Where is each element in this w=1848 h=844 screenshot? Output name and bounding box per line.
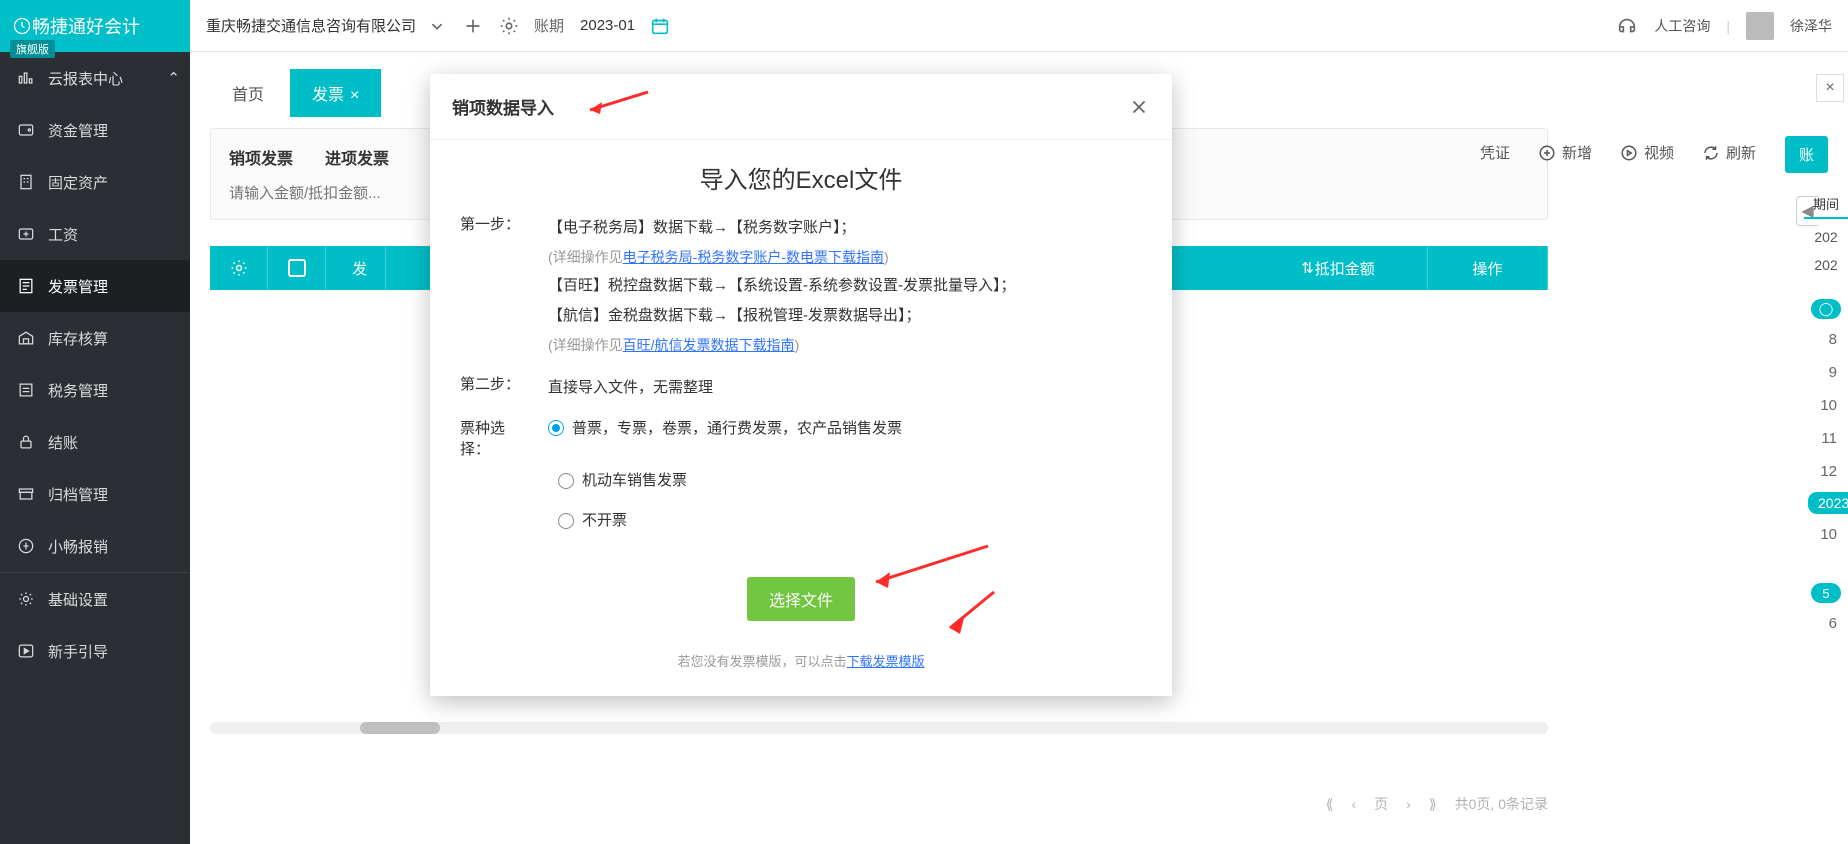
modal-heading: 导入您的Excel文件 xyxy=(460,160,1142,195)
choose-file-button[interactable]: 选择文件 xyxy=(747,577,855,621)
radio-label: 不开票 xyxy=(582,503,627,539)
step1-sub2-prefix: (详细操作见 xyxy=(548,337,623,353)
foot-text: 若您没有发票模版，可以点击 xyxy=(677,654,846,669)
radio-dot-icon xyxy=(558,513,574,529)
radio-vehicle-invoice[interactable]: 机动车销售发票 xyxy=(558,463,687,499)
import-modal: 销项数据导入 导入您的Excel文件 第一步： 【电子税务局】数据下载→【税务数… xyxy=(430,74,1172,696)
guide-link-baiwang[interactable]: 百旺/航信发票数据下载指南 xyxy=(623,337,795,353)
step1-sub-prefix: (详细操作见 xyxy=(548,249,623,265)
radio-no-invoice[interactable]: 不开票 xyxy=(558,503,627,539)
guide-link-tax[interactable]: 电子税务局-税务数字账户-数电票下载指南 xyxy=(623,249,884,265)
step2-text: 直接导入文件，无需整理 xyxy=(548,373,713,403)
step1-line1: 【电子税务局】数据下载→【税务数字账户】； xyxy=(548,213,1016,243)
download-template-link[interactable]: 下载发票模版 xyxy=(847,654,925,669)
radio-dot-icon xyxy=(558,473,574,489)
modal-close-button[interactable] xyxy=(1128,96,1150,118)
step1-sub-suffix: ) xyxy=(884,249,889,265)
radio-label: 机动车销售发票 xyxy=(582,463,687,499)
radio-label: 普票，专票，卷票，通行费发票，农产品销售发票 xyxy=(572,417,902,438)
step1-line3: 【航信】金税盘数据下载→【报税管理-发票数据导出】； xyxy=(548,301,1016,331)
modal-title: 销项数据导入 xyxy=(452,94,554,119)
step1-label: 第一步： xyxy=(460,213,530,359)
radio-dot-icon xyxy=(548,420,564,436)
step1-line2: 【百旺】税控盘数据下载→【系统设置-系统参数设置-发票批量导入】； xyxy=(548,271,1016,301)
step1-sub2-suffix: ) xyxy=(795,337,800,353)
type-label: 票种选择： xyxy=(460,417,530,459)
step2-label: 第二步： xyxy=(460,373,530,403)
radio-general-invoice[interactable]: 普票，专票，卷票，通行费发票，农产品销售发票 xyxy=(548,417,902,438)
